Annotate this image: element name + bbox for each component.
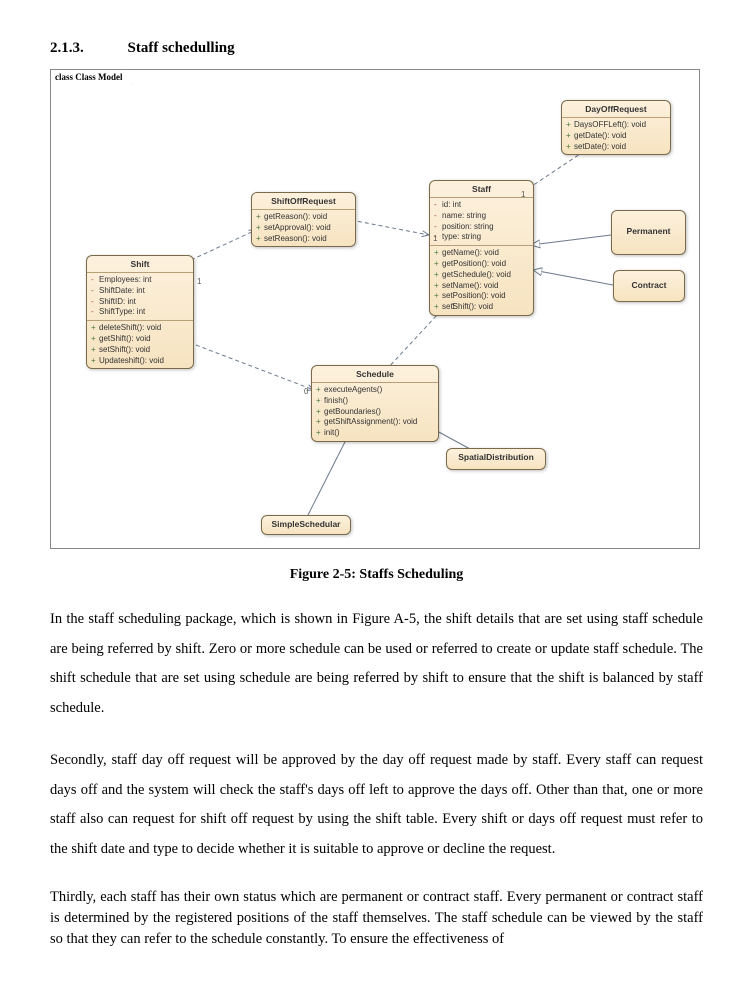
attr: Employees: int [99,275,151,284]
method: getShiftAssignment(): void [324,417,417,426]
class-spatialdistribution: SpatialDistribution [446,448,546,470]
method: setReason(): void [264,234,327,243]
multiplicity-label: 1 [451,302,455,311]
section-title: Staff schedulling [128,40,235,56]
attr: ShiftType: int [99,307,145,316]
method: deleteShift(): void [99,323,161,332]
method: setDate(): void [574,142,626,151]
method: setName(): void [442,281,498,290]
class-staff: Staff -id: int -name: string -position: … [429,180,534,316]
method: DaysOFFLeft(): void [574,120,646,129]
method: getName(): void [442,248,499,257]
method: init() [324,428,340,437]
multiplicity-label: 1 [521,190,525,199]
method: getPosition(): void [442,259,506,268]
class-title: Schedule [312,366,438,383]
paragraph-3: Thirdly, each staff has their own status… [50,887,703,950]
class-shift: Shift -Employees: int -ShiftDate: int -S… [86,255,194,369]
method: setApproval(): void [264,223,331,232]
paragraph-2: Secondly, staff day off request will be … [50,746,703,865]
section-number: 2.1.3. [50,40,84,57]
class-title: ShiftOffRequest [252,193,355,210]
attr: id: int [442,200,461,209]
section-heading: 2.1.3. Staff schedulling [50,40,703,57]
method: setPosition(): void [442,291,506,300]
method: finish() [324,396,348,405]
attr: ShiftID: int [99,297,136,306]
class-permanent: Permanent [611,210,686,255]
class-dayoffrequest: DayOffRequest +DaysOFFLeft(): void +getD… [561,100,671,155]
method: setShift(): void [442,302,493,311]
class-title: Permanent [612,211,685,239]
class-contract: Contract [613,270,685,302]
attr: position: string [442,222,494,231]
class-title: Staff [430,181,533,198]
method: getReason(): void [264,212,327,221]
class-title: SimpleSchedular [262,516,350,532]
attr: ShiftDate: int [99,286,145,295]
multiplicity-label: 0 [304,387,308,396]
multiplicity-label: 1 [197,277,201,286]
paragraph-1: In the staff scheduling package, which i… [50,605,703,724]
class-shiftoffrequest: ShiftOffRequest +getReason(): void +setA… [251,192,356,247]
class-title: Contract [614,271,684,293]
method: getSchedule(): void [442,270,511,279]
figure-caption: Figure 2-5: Staffs Scheduling [50,567,703,583]
class-title: Shift [87,256,193,273]
method: setShift(): void [99,345,150,354]
attr: name: string [442,211,486,220]
method: getDate(): void [574,131,626,140]
attr: type: string [442,232,481,241]
class-title: DayOffRequest [562,101,670,118]
multiplicity-label: 1 [433,234,437,243]
diagram-tab-label: class Class Model [50,69,132,84]
method: executeAgents() [324,385,382,394]
method: Updateshift(): void [99,356,164,365]
class-simpleschedular: SimpleSchedular [261,515,351,535]
method: getShift(): void [99,334,151,343]
class-title: SpatialDistribution [447,449,545,465]
class-schedule: Schedule +executeAgents() +finish() +get… [311,365,439,442]
method: getBoundaries() [324,407,381,416]
uml-diagram-frame: class Class Model DayOffRequest [50,69,700,549]
